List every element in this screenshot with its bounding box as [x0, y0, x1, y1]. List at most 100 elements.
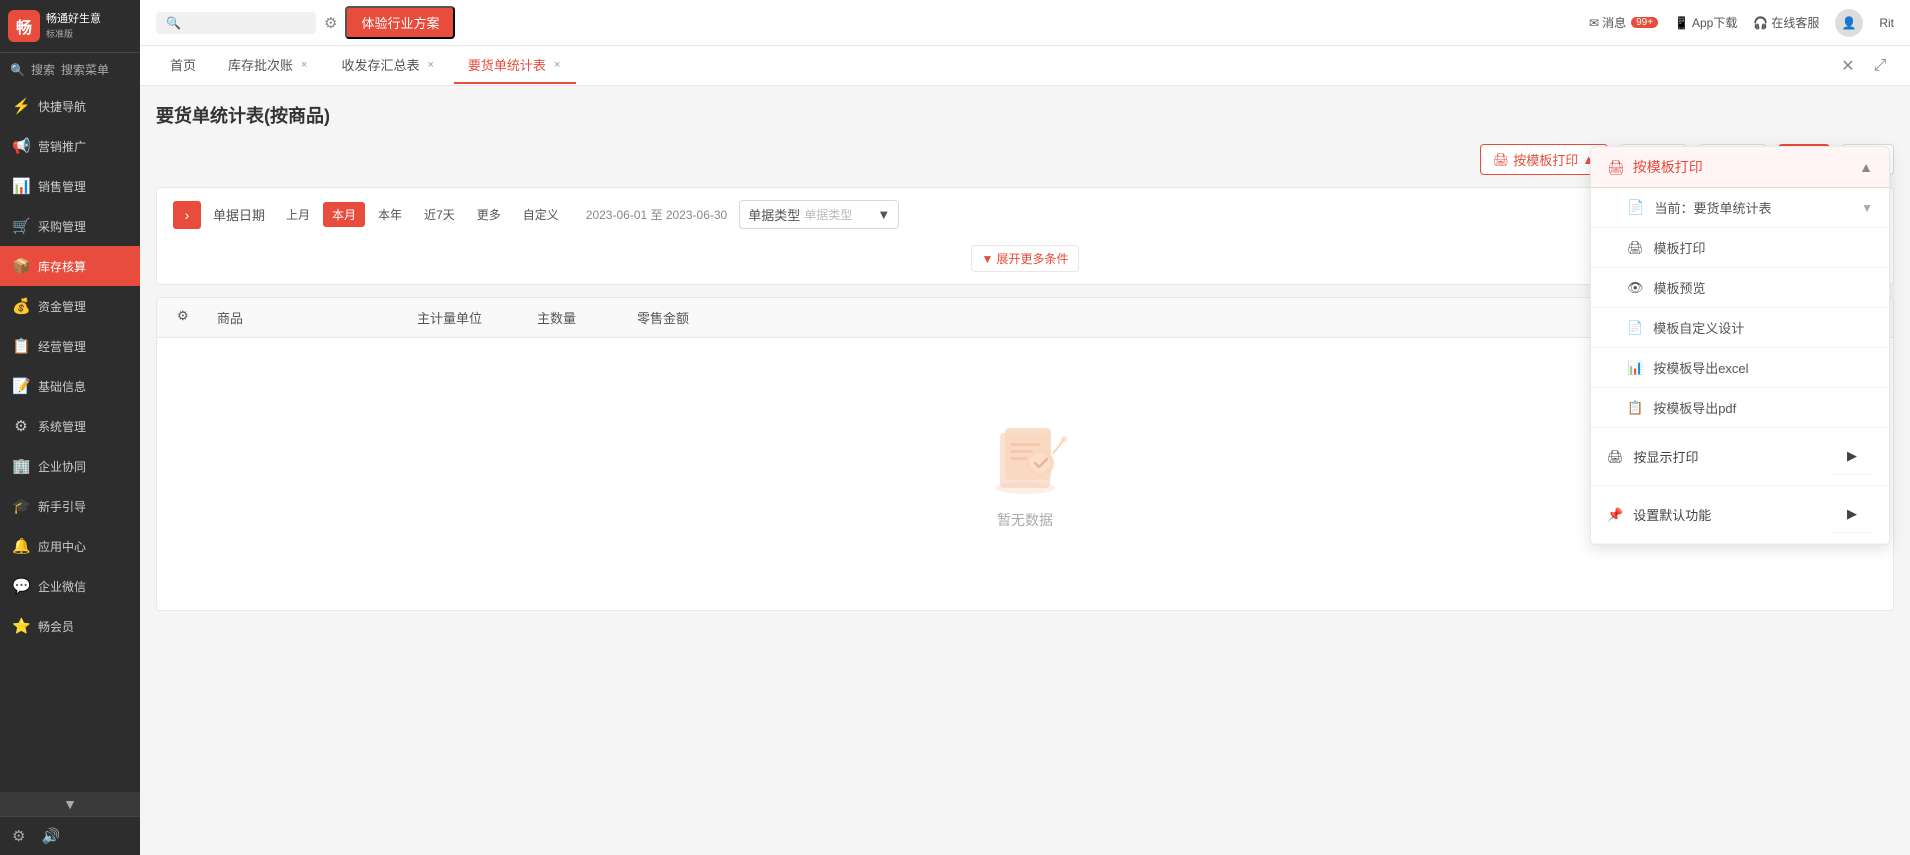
quick-nav-icon: ⚡: [12, 97, 30, 115]
tab-close-receipt[interactable]: ×: [425, 59, 435, 71]
dropdown-item-template-print[interactable]: 🖨 模板打印: [1591, 228, 1889, 268]
avatar-icon: 👤: [1842, 16, 1857, 30]
sidebar-search[interactable]: 🔍 搜索 搜索菜单: [0, 53, 140, 86]
online-service-action[interactable]: 🎧 在线客服: [1753, 14, 1819, 31]
sidebar-item-marketing[interactable]: 📢 营销推广: [0, 126, 140, 166]
download-icon: 📱: [1674, 16, 1689, 30]
col-settings[interactable]: ⚙: [169, 298, 209, 337]
tab-order-stats[interactable]: 要货单统计表 ×: [454, 47, 576, 84]
col-amount: 零售金额: [629, 298, 749, 337]
template-preview-icon: 👁: [1627, 280, 1644, 296]
app-badge: 标准版: [46, 27, 101, 40]
dropdown-item-template-preview[interactable]: 👁 模板预览: [1591, 268, 1889, 308]
logo-icon: 畅: [8, 10, 40, 42]
tab-label: 收发存汇总表: [341, 55, 419, 74]
display-print-left: 🖨 按显示打印: [1607, 447, 1699, 466]
trial-button[interactable]: 体验行业方案: [345, 6, 455, 39]
sidebar-item-label: 应用中心: [38, 538, 86, 555]
date-btn-more[interactable]: 更多: [468, 202, 510, 227]
template-design-label: 模板自定义设计: [1653, 318, 1744, 337]
sidebar-item-guide[interactable]: 🎓 新手引导: [0, 486, 140, 526]
tab-inventory-batch[interactable]: 库存批次账 ×: [214, 47, 323, 84]
search-icon: 🔍: [10, 63, 25, 77]
display-print-icon: 🖨: [1607, 449, 1624, 465]
message-action[interactable]: ✉ 消息 99+: [1589, 14, 1658, 31]
date-btn-last-month[interactable]: 上月: [277, 202, 319, 227]
empty-text: 暂无数据: [997, 510, 1053, 530]
dropdown-title-area: 🖨 按模板打印: [1607, 157, 1703, 177]
gear-icon[interactable]: ⚙: [324, 14, 337, 32]
member-icon: ⭐: [12, 617, 30, 635]
message-badge: 99+: [1631, 17, 1658, 28]
message-label: 消息: [1602, 14, 1626, 31]
settings-icon[interactable]: ⚙: [12, 827, 25, 845]
date-buttons: 上月 本月 本年 近7天 更多 自定义: [277, 202, 568, 227]
chevron-right-icon2: ▶: [1831, 496, 1873, 533]
chevron-down-icon: ▼: [877, 207, 890, 222]
col-quantity: 主数量: [529, 298, 629, 337]
dropdown-item-template-design[interactable]: 📄 模板自定义设计: [1591, 308, 1889, 348]
dropdown-section-set-default[interactable]: 📌 设置默认功能 ▶: [1591, 486, 1889, 544]
sidebar-item-system[interactable]: ⚙ 系统管理: [0, 406, 140, 446]
tab-home[interactable]: 首页: [156, 47, 210, 84]
sidebar-item-member[interactable]: ⭐ 畅会员: [0, 606, 140, 646]
sidebar-item-app[interactable]: 🔔 应用中心: [0, 526, 140, 566]
dropdown-section-display-print[interactable]: 🖨 按显示打印 ▶: [1591, 428, 1889, 486]
sidebar-item-purchase[interactable]: 🛒 采购管理: [0, 206, 140, 246]
sidebar-item-sales[interactable]: 📊 销售管理: [0, 166, 140, 206]
print-template-dropdown: 🖨 按模板打印 ▲ 📄 当前：要货单统计表 ▼ 🖨 模板打印 👁 模板预览 📄: [1590, 146, 1890, 545]
tab-close-order-stats[interactable]: ×: [552, 59, 562, 71]
date-range: 2023-06-01 至 2023-06-30: [586, 206, 727, 223]
sidebar-item-basic[interactable]: 📝 基础信息: [0, 366, 140, 406]
date-btn-this-year[interactable]: 本年: [369, 202, 411, 227]
print-template-button[interactable]: 🖨 按模板打印 ▲: [1480, 144, 1608, 175]
dropdown-collapse-icon[interactable]: ▲: [1859, 159, 1873, 175]
template-excel-icon: 📊: [1627, 360, 1643, 376]
sidebar-item-label: 经营管理: [38, 338, 86, 355]
sidebar-item-inventory[interactable]: 📦 库存核算: [0, 246, 140, 286]
expand-filter-button[interactable]: ▼ 展开更多条件: [971, 245, 1080, 272]
tab-maximize-btn[interactable]: ⤢: [1866, 52, 1894, 80]
app-download-action[interactable]: 📱 App下载: [1674, 14, 1737, 31]
date-btn-custom[interactable]: 自定义: [514, 202, 568, 227]
search-label: 搜索: [31, 61, 55, 78]
app-icon: 🔔: [12, 537, 30, 555]
print-icon: 🖨: [1493, 152, 1510, 168]
doc-type-select[interactable]: 单据类型 单据类型 ▼: [739, 200, 899, 229]
tab-close-btn[interactable]: ✕: [1834, 52, 1862, 80]
sound-icon[interactable]: 🔊: [41, 827, 60, 845]
sidebar-item-wechat[interactable]: 💬 企业微信: [0, 566, 140, 606]
sidebar-item-enterprise[interactable]: 🏢 企业协同: [0, 446, 140, 486]
tab-receipt-summary[interactable]: 收发存汇总表 ×: [327, 47, 449, 84]
date-btn-7days[interactable]: 近7天: [415, 202, 464, 227]
basic-icon: 📝: [12, 377, 30, 395]
online-service-label: 在线客服: [1771, 14, 1819, 31]
username: Rit: [1879, 16, 1894, 30]
system-icon: ⚙: [12, 417, 30, 435]
user-avatar[interactable]: 👤: [1835, 9, 1863, 37]
col-unit: 主计量单位: [409, 298, 529, 337]
filter-toggle[interactable]: ›: [173, 201, 201, 229]
current-icon: 📄: [1627, 199, 1644, 216]
template-excel-label: 按模板导出excel: [1653, 358, 1748, 377]
dropdown-item-template-excel[interactable]: 📊 按模板导出excel: [1591, 348, 1889, 388]
header-actions: ✉ 消息 99+ 📱 App下载 🎧 在线客服 👤 Rit: [1589, 9, 1894, 37]
set-default-left: 📌 设置默认功能: [1607, 505, 1711, 524]
template-preview-label: 模板预览: [1654, 278, 1706, 297]
dropdown-item-template-pdf[interactable]: 📋 按模板导出pdf: [1591, 388, 1889, 428]
template-pdf-label: 按模板导出pdf: [1653, 398, 1736, 417]
date-btn-this-month[interactable]: 本月: [323, 202, 365, 227]
sidebar-scroll-down[interactable]: ▼: [0, 792, 140, 816]
sidebar-item-label: 畅会员: [38, 618, 74, 635]
top-search[interactable]: 🔍: [156, 12, 316, 34]
sidebar-item-operation[interactable]: 📋 经营管理: [0, 326, 140, 366]
tab-bar: 首页 库存批次账 × 收发存汇总表 × 要货单统计表 × ✕ ⤢: [140, 46, 1910, 86]
chevron-right-icon: ▶: [1831, 438, 1873, 475]
tab-close-inventory-batch[interactable]: ×: [299, 59, 309, 71]
col-product: 商品: [209, 298, 409, 337]
dropdown-header: 🖨 按模板打印 ▲: [1591, 147, 1889, 188]
sidebar-item-finance[interactable]: 💰 资金管理: [0, 286, 140, 326]
guide-icon: 🎓: [12, 497, 30, 515]
set-default-icon: 📌: [1607, 507, 1623, 523]
sidebar-item-quick-nav[interactable]: ⚡ 快捷导航: [0, 86, 140, 126]
